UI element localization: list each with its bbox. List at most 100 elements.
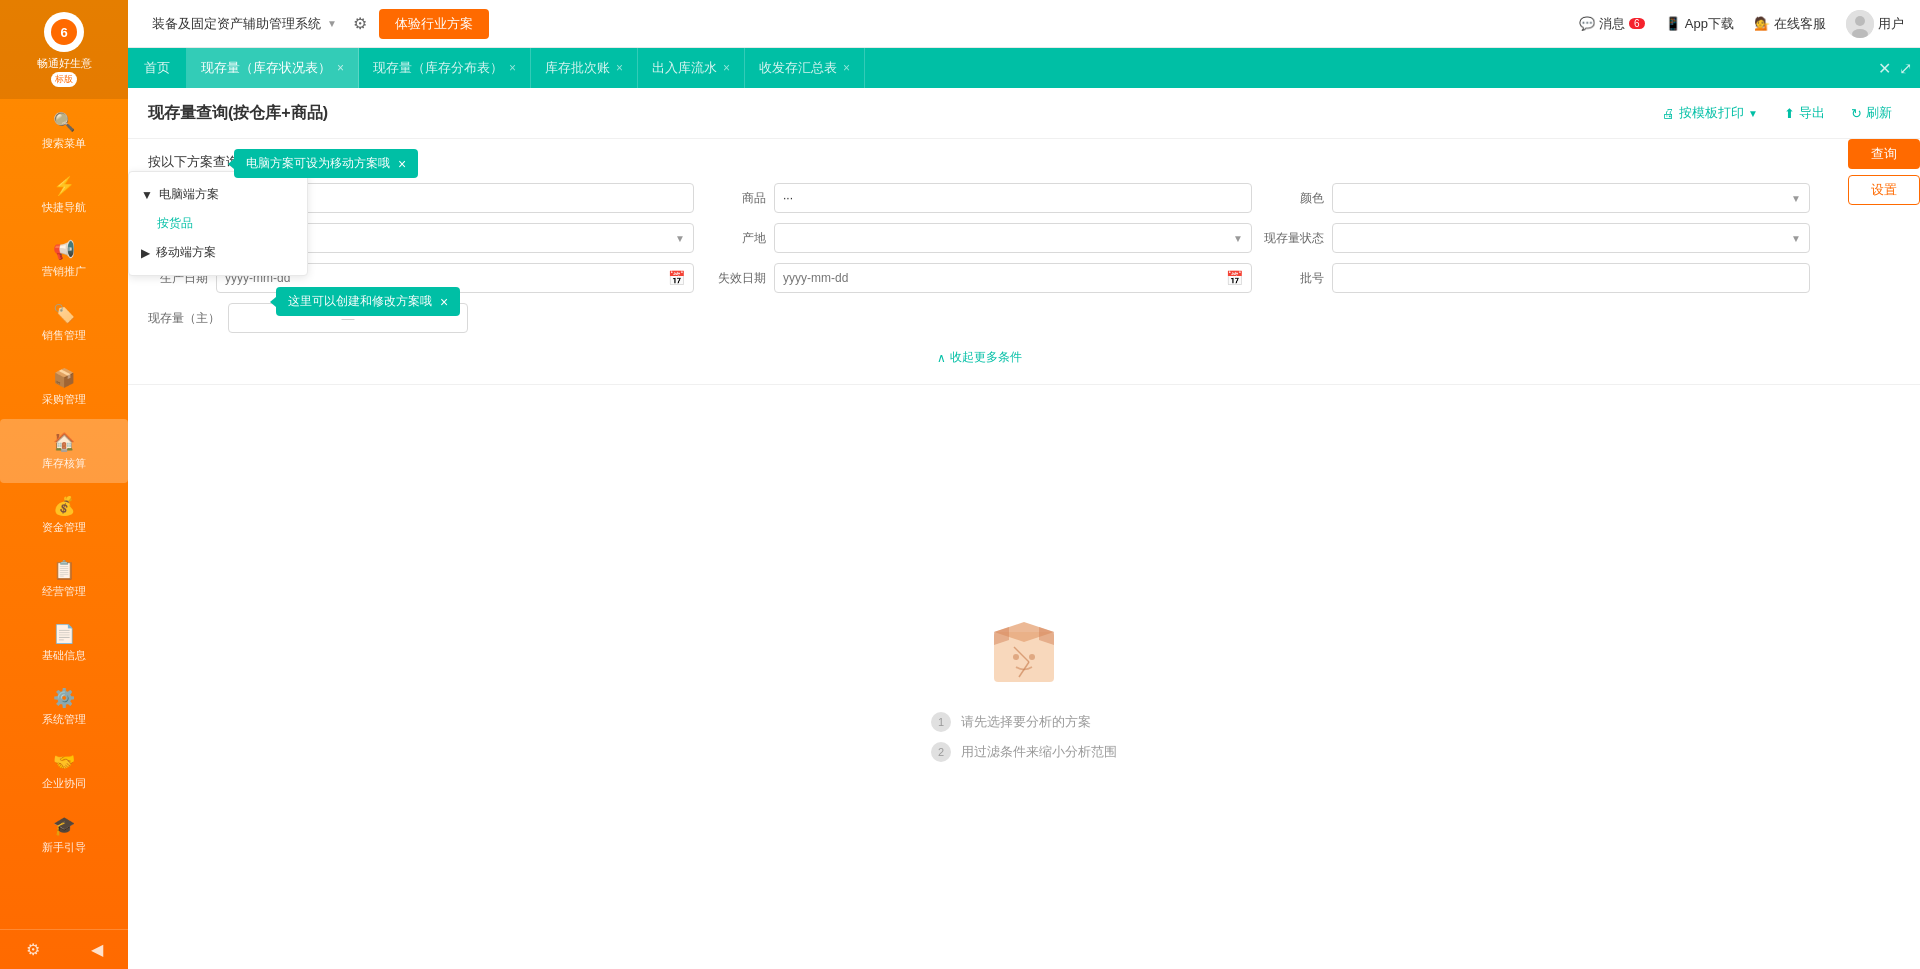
collapse-label: 收起更多条件 (950, 349, 1022, 366)
tab-close-all-icon[interactable]: ✕ (1878, 59, 1891, 78)
stock-status-select[interactable]: ▼ (1332, 223, 1810, 253)
stock-qty-label: 现存量（主） (148, 310, 220, 327)
sidebar-item-purchase[interactable]: 📦 采购管理 (0, 355, 128, 419)
phone-icon: 📱 (1665, 16, 1681, 31)
empty-steps: 1 请先选择要分析的方案 2 用过滤条件来缩小分析范围 (931, 712, 1117, 762)
search-icon: 🔍 (53, 111, 75, 133)
scheme-tree-item-cargo[interactable]: 按货品 (129, 209, 307, 238)
app-download-btn[interactable]: 📱 App下载 (1665, 15, 1734, 33)
sidebar-item-system[interactable]: ⚙️ 系统管理 (0, 675, 128, 739)
collapse-up-icon: ∧ (937, 351, 946, 365)
collapse-button[interactable]: ∧ 收起更多条件 (148, 343, 1810, 372)
refresh-label: 刷新 (1866, 104, 1892, 122)
expire-date-range[interactable]: 📅 (774, 263, 1252, 293)
sidebar-item-search[interactable]: 🔍 搜索菜单 (0, 99, 128, 163)
tab-home[interactable]: 首页 (128, 48, 187, 88)
scheme-tree-dropdown: ▼ 电脑端方案 按货品 ▶ 移动端方案 (128, 171, 308, 276)
tab-stock-flow[interactable]: 出入库流水 × (638, 48, 745, 88)
sidebar-item-base[interactable]: 📄 基础信息 (0, 611, 128, 675)
settings-gear-icon[interactable]: ⚙ (353, 14, 367, 33)
logo-icon: 6 (44, 12, 84, 52)
sidebar-item-marketing-label: 营销推广 (42, 264, 86, 279)
experience-button[interactable]: 体验行业方案 (379, 9, 489, 39)
online-support-btn[interactable]: 💁 在线客服 (1754, 15, 1826, 33)
nav-icon: ⚡ (53, 175, 75, 197)
tab-stock-status[interactable]: 现存量（库存状况表） × (187, 48, 359, 88)
refresh-btn[interactable]: ↻ 刷新 (1843, 100, 1900, 126)
produce-date-calendar-icon[interactable]: 📅 (668, 270, 685, 286)
color-chevron-icon: ▼ (1791, 193, 1801, 204)
batch-label: 批号 (1264, 270, 1324, 287)
scheme-tree-group-desktop[interactable]: ▼ 电脑端方案 (129, 180, 307, 209)
filter-field-origin: 产地 ▼ (706, 223, 1252, 253)
sidebar-item-collab-label: 企业协同 (42, 776, 86, 791)
filter-field-color: 颜色 ▼ (1264, 183, 1810, 213)
scheme-tree-group-mobile[interactable]: ▶ 移动端方案 (129, 238, 307, 267)
filter-area: 查询 设置 按以下方案查询 + ✎ ← 电脑方案可设为移动方案哦 × ▼ 电脑 (128, 139, 1920, 385)
tab-stock-flow-label: 出入库流水 (652, 59, 717, 77)
color-label: 颜色 (1264, 190, 1324, 207)
user-label: 用户 (1878, 15, 1904, 33)
sidebar-item-nav[interactable]: ⚡ 快捷导航 (0, 163, 128, 227)
tab-stock-batch-close[interactable]: × (616, 61, 623, 75)
tab-maximize-icon[interactable]: ⤢ (1899, 59, 1912, 78)
sidebar-item-finance[interactable]: 💰 资金管理 (0, 483, 128, 547)
scheme-mobile-expand-icon: ▶ (141, 246, 150, 260)
tab-stock-summary-close[interactable]: × (843, 61, 850, 75)
tab-bar: 首页 现存量（库存状况表） × 现存量（库存分布表） × 库存批次账 × 出入库… (128, 48, 1920, 88)
tab-stock-status-close[interactable]: × (337, 61, 344, 75)
messages-count: 6 (1629, 18, 1645, 29)
sidebar-collapse-btn[interactable]: ◀ (91, 940, 103, 959)
system-select[interactable]: 装备及固定资产辅助管理系统 ▼ (144, 11, 345, 37)
tab-stock-summary[interactable]: 收发存汇总表 × (745, 48, 865, 88)
stock-status-chevron-icon: ▼ (1791, 233, 1801, 244)
user-profile-btn[interactable]: 用户 (1846, 10, 1904, 38)
scheme-group-mobile-label: 移动端方案 (156, 244, 216, 261)
origin-select[interactable]: ▼ (774, 223, 1252, 253)
sidebar-item-guide[interactable]: 🎓 新手引导 (0, 803, 128, 867)
product-dots: ··· (783, 191, 793, 205)
print-template-btn[interactable]: 🖨 按模板打印 ▼ (1654, 100, 1766, 126)
tab-stock-flow-close[interactable]: × (723, 61, 730, 75)
sidebar-item-marketing[interactable]: 📢 营销推广 (0, 227, 128, 291)
batch-input[interactable] (1332, 263, 1810, 293)
sidebar-item-management-label: 经营管理 (42, 584, 86, 599)
message-icon: 💬 (1579, 16, 1595, 31)
tab-stock-status-label: 现存量（库存状况表） (201, 59, 331, 77)
filter-header: 按以下方案查询 + ✎ ← 电脑方案可设为移动方案哦 × (148, 151, 1900, 173)
step-2-text: 用过滤条件来缩小分析范围 (961, 743, 1117, 761)
tab-stock-dist-close[interactable]: × (509, 61, 516, 75)
product-select[interactable]: ··· (774, 183, 1252, 213)
guide-icon: 🎓 (53, 815, 75, 837)
sidebar-item-management[interactable]: 📋 经营管理 (0, 547, 128, 611)
sidebar-item-sales-label: 销售管理 (42, 328, 86, 343)
sidebar-item-finance-label: 资金管理 (42, 520, 86, 535)
page-header: 现存量查询(按仓库+商品) 🖨 按模板打印 ▼ ⬆ 导出 ↻ 刷新 (128, 88, 1920, 139)
sidebar-item-collab[interactable]: 🤝 企业协同 (0, 739, 128, 803)
filter-row-1: 仓库 ··· 商品 ··· 颜色 (148, 183, 1810, 213)
refresh-icon: ↻ (1851, 106, 1862, 121)
sidebar-settings-btn[interactable]: ⚙ (26, 940, 40, 959)
sidebar-item-inventory[interactable]: 🏠 库存核算 (0, 419, 128, 483)
expire-date-start[interactable] (783, 271, 1222, 285)
tab-stock-dist[interactable]: 现存量（库存分布表） × (359, 48, 531, 88)
color-select[interactable]: ▼ (1332, 183, 1810, 213)
content-area: 现存量查询(按仓库+商品) 🖨 按模板打印 ▼ ⬆ 导出 ↻ 刷新 (128, 88, 1920, 969)
tab-stock-batch[interactable]: 库存批次账 × (531, 48, 638, 88)
avatar (1846, 10, 1874, 38)
sidebar: 6 畅通好生意 标版 🔍 搜索菜单 ⚡ 快捷导航 📢 营销推广 🏷️ 销售管理 … (0, 0, 128, 969)
step-1-text: 请先选择要分析的方案 (961, 713, 1091, 731)
brand-subtitle: 标版 (51, 72, 77, 87)
purchase-icon: 📦 (53, 367, 75, 389)
expire-date-calendar-icon[interactable]: 📅 (1226, 270, 1243, 286)
sidebar-item-inventory-label: 库存核算 (42, 456, 86, 471)
brand-name: 畅通好生意 (37, 56, 92, 70)
tooltip-scheme-close-btn[interactable]: × (398, 156, 406, 172)
tooltip-create-close-btn[interactable]: × (440, 294, 448, 310)
export-btn[interactable]: ⬆ 导出 (1776, 100, 1833, 126)
page-title: 现存量查询(按仓库+商品) (148, 103, 328, 124)
header-right: 💬 消息 6 📱 App下载 💁 在线客服 (1579, 10, 1904, 38)
messages-btn[interactable]: 💬 消息 6 (1579, 15, 1645, 33)
filter-field-stock-status: 现存量状态 ▼ (1264, 223, 1810, 253)
sidebar-item-sales[interactable]: 🏷️ 销售管理 (0, 291, 128, 355)
